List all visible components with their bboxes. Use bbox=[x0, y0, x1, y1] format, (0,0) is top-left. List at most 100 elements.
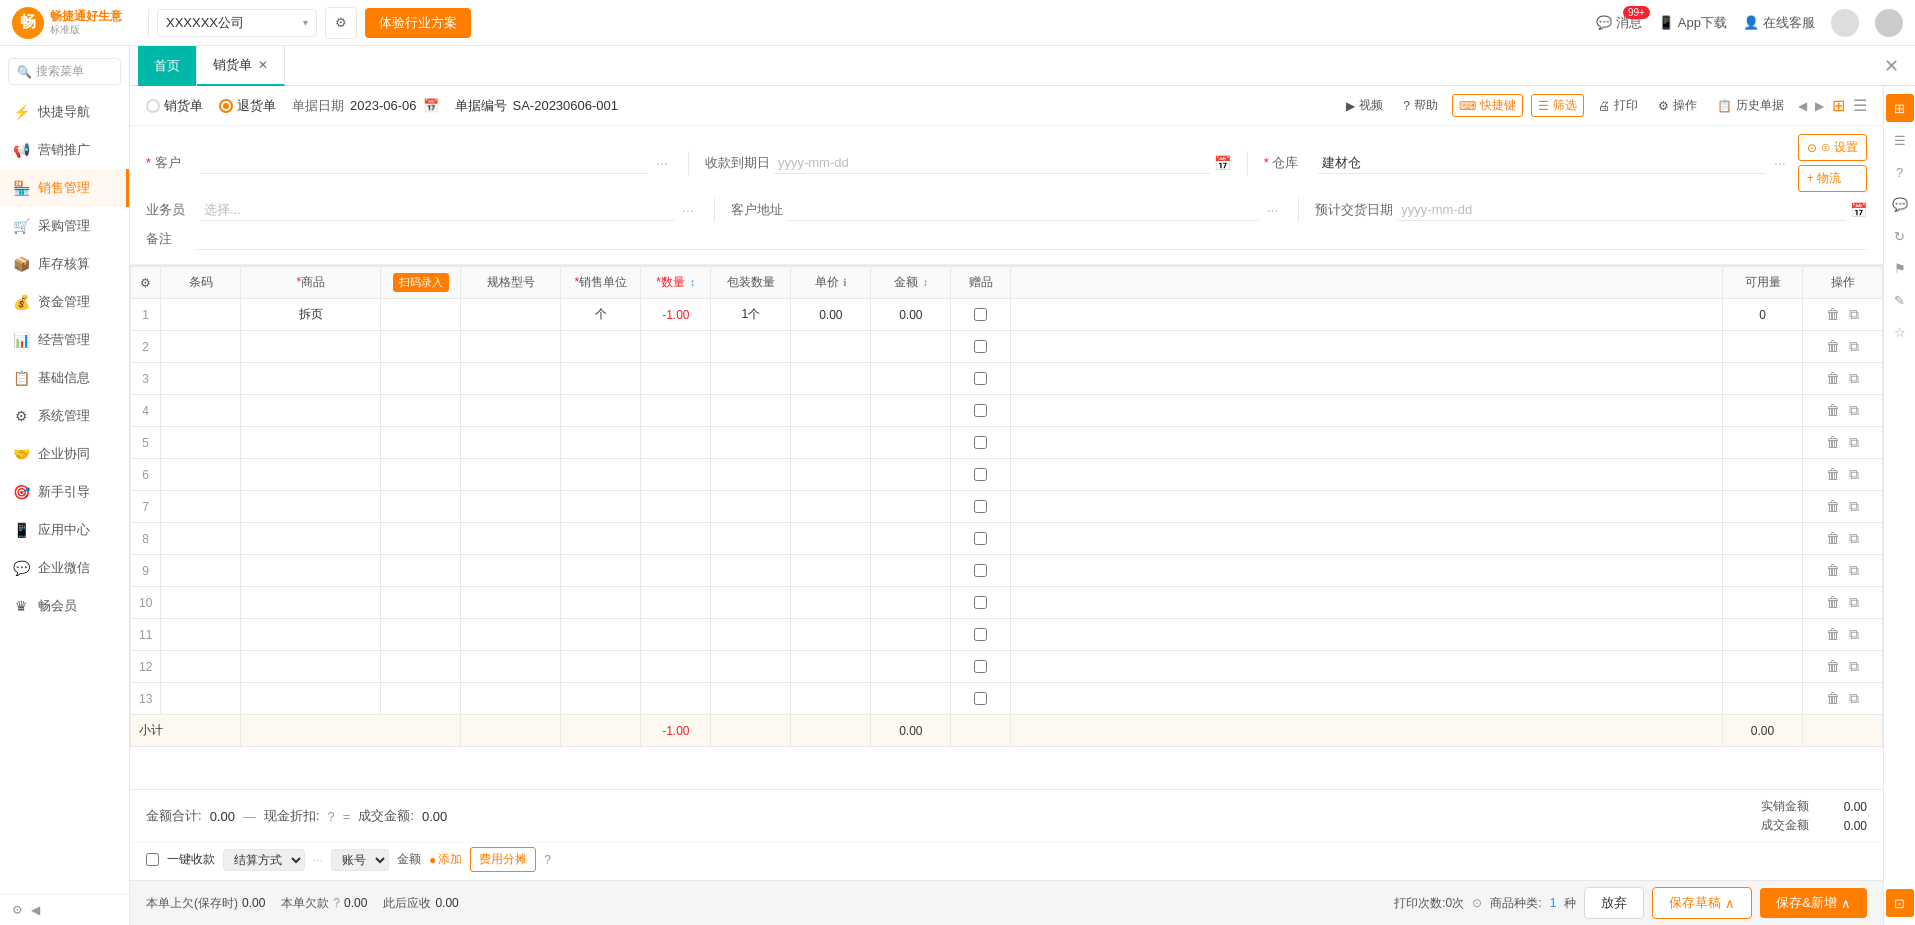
cell-unit-6[interactable] bbox=[561, 491, 641, 523]
cell-pkg-2[interactable] bbox=[711, 363, 791, 395]
delete-icon-3[interactable]: 🗑 bbox=[1823, 402, 1843, 418]
sidebar-item-sales-mgmt[interactable]: 🏪销售管理 bbox=[0, 169, 129, 207]
sidebar-item-inventory[interactable]: 📦库存核算 bbox=[0, 245, 129, 283]
delete-icon-9[interactable]: 🗑 bbox=[1823, 594, 1843, 610]
cell-amount-2[interactable] bbox=[871, 363, 951, 395]
cell-amount-10[interactable] bbox=[871, 619, 951, 651]
cell-price-9[interactable] bbox=[791, 587, 871, 619]
cell-unit-4[interactable] bbox=[561, 427, 641, 459]
cell-amount-3[interactable] bbox=[871, 395, 951, 427]
cumul-owe-info[interactable]: ? bbox=[333, 896, 340, 910]
customer-address-input[interactable] bbox=[787, 199, 1259, 221]
cell-price-10[interactable] bbox=[791, 619, 871, 651]
cell-gift-9[interactable] bbox=[951, 587, 1011, 619]
remark-input[interactable] bbox=[196, 228, 1867, 250]
cell-price-2[interactable] bbox=[791, 363, 871, 395]
sidebar-search[interactable]: 🔍 搜索菜单 bbox=[8, 58, 121, 85]
copy-icon-12[interactable]: ⧉ bbox=[1846, 690, 1862, 706]
cell-qty-11[interactable] bbox=[641, 651, 711, 683]
settings-icon[interactable]: ⚙ bbox=[325, 7, 357, 39]
cell-barcode-4[interactable] bbox=[161, 427, 241, 459]
delete-icon-6[interactable]: 🗑 bbox=[1823, 498, 1843, 514]
cell-qty-0[interactable]: -1.00 bbox=[641, 299, 711, 331]
warehouse-dots-icon[interactable]: ··· bbox=[1770, 155, 1790, 171]
cell-price-3[interactable] bbox=[791, 395, 871, 427]
expense-split-button[interactable]: 费用分摊 bbox=[470, 847, 536, 872]
cell-price-7[interactable] bbox=[791, 523, 871, 555]
cell-gift-0[interactable] bbox=[951, 299, 1011, 331]
company-selector[interactable]: XXXXXX公司 ▾ bbox=[157, 9, 317, 37]
cell-unit-3[interactable] bbox=[561, 395, 641, 427]
copy-icon-5[interactable]: ⧉ bbox=[1846, 466, 1862, 482]
online-service-button[interactable]: 👤 在线客服 bbox=[1743, 14, 1815, 32]
copy-icon-7[interactable]: ⧉ bbox=[1846, 530, 1862, 546]
sidebar-item-app-center[interactable]: 📱应用中心 bbox=[0, 511, 129, 549]
cell-goods-10[interactable] bbox=[241, 619, 381, 651]
cell-goods-6[interactable] bbox=[241, 491, 381, 523]
sidebar-item-member[interactable]: ♛畅会员 bbox=[0, 587, 129, 625]
cell-spec-0[interactable] bbox=[461, 299, 561, 331]
avatar[interactable] bbox=[1831, 9, 1859, 37]
app-download-button[interactable]: 📱 App下载 bbox=[1658, 14, 1727, 32]
cell-qty-9[interactable] bbox=[641, 587, 711, 619]
sidebar-item-biz-mgmt[interactable]: 📊经营管理 bbox=[0, 321, 129, 359]
sidebar-item-basic-info[interactable]: 📋基础信息 bbox=[0, 359, 129, 397]
cell-qty-12[interactable] bbox=[641, 683, 711, 715]
cell-qty-8[interactable] bbox=[641, 555, 711, 587]
tab-sales[interactable]: 销货单 ✕ bbox=[197, 46, 285, 86]
cell-price-1[interactable] bbox=[791, 331, 871, 363]
cell-barcode-8[interactable] bbox=[161, 555, 241, 587]
cell-goods-9[interactable] bbox=[241, 587, 381, 619]
delete-icon-7[interactable]: 🗑 bbox=[1823, 530, 1843, 546]
one-click-pay-checkbox[interactable] bbox=[146, 853, 159, 866]
message-button[interactable]: 💬 消息 99+ bbox=[1596, 14, 1642, 32]
expense-help-icon[interactable]: ? bbox=[544, 853, 551, 867]
sidebar-item-finance[interactable]: 💰资金管理 bbox=[0, 283, 129, 321]
cell-qty-2[interactable] bbox=[641, 363, 711, 395]
logistics-button[interactable]: + 物流 bbox=[1798, 165, 1867, 192]
sidebar-item-purchase-mgmt[interactable]: 🛒采购管理 bbox=[0, 207, 129, 245]
delete-icon-0[interactable]: 🗑 bbox=[1823, 306, 1843, 322]
cell-spec-4[interactable] bbox=[461, 427, 561, 459]
expected-date-cal-icon[interactable]: 📅 bbox=[1850, 202, 1867, 218]
cell-pkg-4[interactable] bbox=[711, 427, 791, 459]
sidebar-item-system[interactable]: ⚙系统管理 bbox=[0, 397, 129, 435]
discard-button[interactable]: 放弃 bbox=[1584, 887, 1644, 919]
cell-barcode-6[interactable] bbox=[161, 491, 241, 523]
cell-goods-2[interactable] bbox=[241, 363, 381, 395]
cell-goods-11[interactable] bbox=[241, 651, 381, 683]
cell-gift-6[interactable] bbox=[951, 491, 1011, 523]
nav-prev-icon[interactable]: ◀ bbox=[1798, 99, 1807, 113]
cell-goods-3[interactable] bbox=[241, 395, 381, 427]
cell-gift-11[interactable] bbox=[951, 651, 1011, 683]
cell-qty-7[interactable] bbox=[641, 523, 711, 555]
cell-barcode-2[interactable] bbox=[161, 363, 241, 395]
cell-barcode-12[interactable] bbox=[161, 683, 241, 715]
cell-unit-1[interactable] bbox=[561, 331, 641, 363]
cell-pkg-0[interactable]: 1个 bbox=[711, 299, 791, 331]
delete-icon-8[interactable]: 🗑 bbox=[1823, 562, 1843, 578]
save-draft-button[interactable]: 保存草稿 ∧ bbox=[1652, 887, 1752, 919]
cell-gift-7[interactable] bbox=[951, 523, 1011, 555]
cell-qty-5[interactable] bbox=[641, 459, 711, 491]
goods-type-val[interactable]: 1 bbox=[1550, 896, 1557, 910]
copy-icon-0[interactable]: ⧉ bbox=[1846, 306, 1862, 322]
th-scan[interactable]: 扫码录入 bbox=[381, 267, 461, 299]
delete-icon-5[interactable]: 🗑 bbox=[1823, 466, 1843, 482]
settle-method-select[interactable]: 结算方式 bbox=[223, 849, 305, 871]
delete-icon-1[interactable]: 🗑 bbox=[1823, 338, 1843, 354]
copy-icon-10[interactable]: ⧉ bbox=[1846, 626, 1862, 642]
radio-sale[interactable]: 销货单 bbox=[146, 97, 203, 115]
cell-spec-6[interactable] bbox=[461, 491, 561, 523]
cell-amount-1[interactable] bbox=[871, 331, 951, 363]
cell-pkg-5[interactable] bbox=[711, 459, 791, 491]
cell-unit-9[interactable] bbox=[561, 587, 641, 619]
expected-date-input[interactable] bbox=[1397, 199, 1846, 221]
close-all-icon[interactable]: ✕ bbox=[1876, 55, 1907, 77]
warehouse-input[interactable] bbox=[1318, 152, 1766, 174]
cell-amount-9[interactable] bbox=[871, 587, 951, 619]
copy-icon-2[interactable]: ⧉ bbox=[1846, 370, 1862, 386]
sidebar-item-enterprise[interactable]: 🤝企业协同 bbox=[0, 435, 129, 473]
copy-icon-4[interactable]: ⧉ bbox=[1846, 434, 1862, 450]
cell-unit-8[interactable] bbox=[561, 555, 641, 587]
